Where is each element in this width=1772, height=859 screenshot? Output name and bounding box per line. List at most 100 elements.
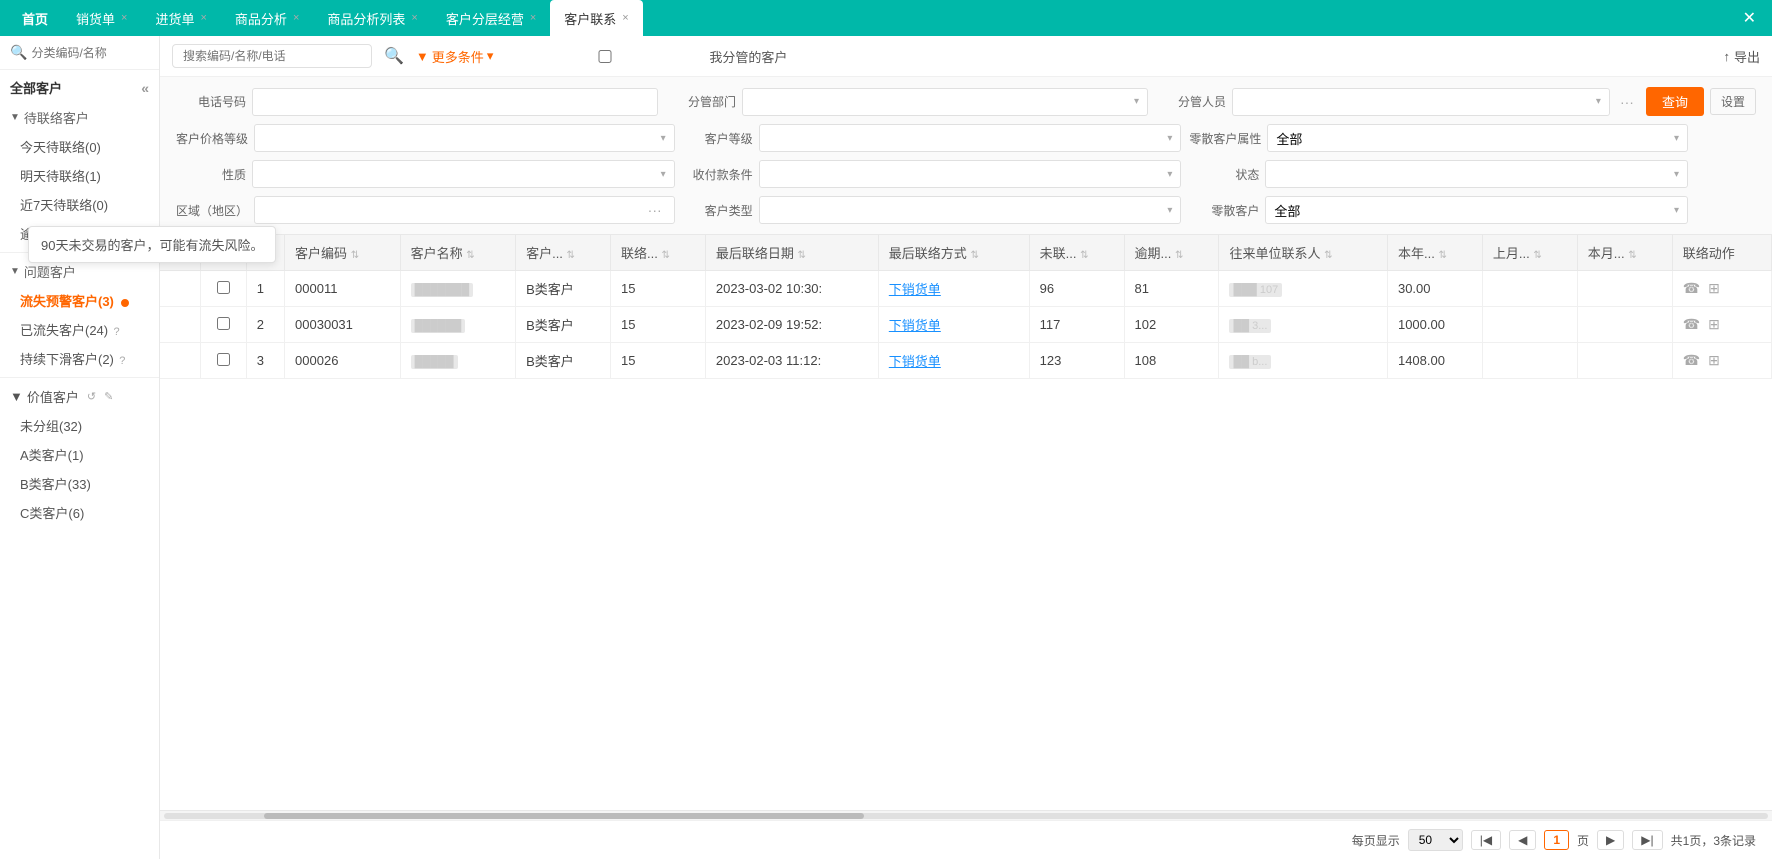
search-button[interactable]: 🔍 — [384, 46, 404, 66]
row2-last-way[interactable]: 下销货单 — [878, 307, 1029, 343]
last-month-column-header[interactable]: 上月... ⇅ — [1482, 235, 1577, 271]
row1-more-icon[interactable]: ⊞ — [1708, 280, 1720, 297]
value-group-edit-icon[interactable]: ✎ — [104, 390, 113, 403]
tab-goods-analysis[interactable]: 商品分析 × — [221, 0, 313, 36]
tab-customer-layer-close[interactable]: × — [530, 12, 536, 24]
tab-purchase-close[interactable]: × — [200, 12, 206, 24]
window-close-button[interactable]: ✕ — [1735, 8, 1764, 28]
row2-checkbox[interactable] — [200, 307, 246, 343]
this-year-column-header[interactable]: 本年... ⇅ — [1387, 235, 1482, 271]
row1-contact-icon[interactable]: ☎ — [1683, 280, 1700, 297]
sidebar-item-today[interactable]: 今天待联络(0) — [0, 132, 159, 161]
row3-more-icon[interactable]: ⊞ — [1708, 352, 1720, 369]
scrollbar-track[interactable] — [164, 813, 1768, 819]
tab-customer-contact-close[interactable]: × — [622, 12, 628, 24]
region-select[interactable]: ··· — [254, 196, 675, 224]
value-arrow-icon: ▼ — [10, 389, 23, 404]
row2-overdue: 102 — [1124, 307, 1219, 343]
row3-code: 000026 — [285, 343, 401, 379]
type-column-header[interactable]: 客户... ⇅ — [516, 235, 611, 271]
cust-type-select[interactable]: ▾ — [759, 196, 1182, 224]
sidebar-item-7days[interactable]: 近7天待联络(0) — [0, 190, 159, 219]
sidebar-group-value[interactable]: ▼ 价值客户 ↺ ✎ — [0, 382, 159, 411]
name-column-header[interactable]: 客户名称 ⇅ — [400, 235, 516, 271]
problem-customer-tooltip: 90天未交易的客户，可能有流失风险。 — [28, 226, 160, 263]
sidebar-item-churned[interactable]: 已流失客户(24) ? — [0, 315, 159, 344]
retail-cust-select[interactable]: 全部 ▾ — [1265, 196, 1688, 224]
code-sort-icon: ⇅ — [351, 250, 359, 261]
tab-goods-list-close[interactable]: × — [411, 12, 417, 24]
tab-sales-close[interactable]: × — [121, 12, 127, 24]
more-conditions-button[interactable]: ▼ 更多条件 ▾ — [416, 47, 493, 66]
sidebar-header: 全部客户 « — [0, 70, 159, 103]
query-button[interactable]: 查询 — [1646, 87, 1704, 116]
retail-attr-select[interactable]: 全部 ▾ — [1267, 124, 1688, 152]
this-month-column-header[interactable]: 本月... ⇅ — [1577, 235, 1672, 271]
overdue-column-header[interactable]: 逾期... ⇅ — [1124, 235, 1219, 271]
price-level-select[interactable]: ▾ — [254, 124, 675, 152]
tab-customer-contact[interactable]: 客户联系 × — [550, 0, 642, 36]
my-customers-checkbox-label[interactable]: 我分管的客户 — [505, 47, 787, 66]
sidebar-item-ungrouped[interactable]: 未分组(32) — [0, 411, 159, 440]
tab-purchase[interactable]: 进货单 × — [141, 0, 220, 36]
last-date-column-header[interactable]: 最后联络日期 ⇅ — [705, 235, 878, 271]
payment-label: 收付款条件 — [683, 166, 753, 183]
nature-select[interactable]: ▾ — [252, 160, 675, 188]
phone-input[interactable] — [252, 88, 658, 116]
next-page-button[interactable]: ▶ — [1597, 830, 1624, 850]
row2-more-icon[interactable]: ⊞ — [1708, 316, 1720, 333]
status-caret-icon: ▾ — [1674, 169, 1679, 180]
cust-type-caret-icon: ▾ — [1167, 205, 1172, 216]
row3-name: █████ — [400, 343, 516, 379]
sidebar-collapse-icon[interactable]: « — [141, 80, 149, 96]
search-input[interactable] — [172, 44, 372, 68]
sidebar-group-pending[interactable]: ▼ 待联络客户 — [0, 103, 159, 132]
sidebar-item-class-a[interactable]: A类客户(1) — [0, 440, 159, 469]
sidebar-item-tomorrow[interactable]: 明天待联络(1) — [0, 161, 159, 190]
first-page-button[interactable]: |◀ — [1471, 830, 1501, 850]
code-column-header[interactable]: 客户编码 ⇅ — [285, 235, 401, 271]
payment-select[interactable]: ▾ — [759, 160, 1182, 188]
sidebar-search-input[interactable] — [31, 46, 149, 60]
sidebar-item-class-c[interactable]: C类客户(6) — [0, 498, 159, 527]
export-button[interactable]: ↑ 导出 — [1723, 47, 1760, 66]
row2-code: 00030031 — [285, 307, 401, 343]
dept-select[interactable]: ▾ — [742, 88, 1148, 116]
tab-sales[interactable]: 销货单 × — [62, 0, 141, 36]
value-group-refresh-icon[interactable]: ↺ — [87, 390, 96, 403]
region-more-icon[interactable]: ··· — [644, 202, 666, 218]
row2-contact-icon[interactable]: ☎ — [1683, 316, 1700, 333]
row3-checkbox[interactable] — [200, 343, 246, 379]
my-customers-checkbox[interactable] — [505, 50, 705, 63]
tab-customer-layer[interactable]: 客户分层经营 × — [432, 0, 550, 36]
person-select[interactable]: ▾ — [1232, 88, 1610, 116]
row1-checkbox[interactable] — [200, 271, 246, 307]
person-more-icon[interactable]: ··· — [1616, 94, 1638, 110]
row1-last-way[interactable]: 下销货单 — [878, 271, 1029, 307]
value-group-label: 价值客户 — [27, 387, 79, 406]
horizontal-scrollbar[interactable] — [160, 810, 1772, 820]
row1-last-month — [1482, 271, 1577, 307]
row3-last-way[interactable]: 下销货单 — [878, 343, 1029, 379]
name-header-label: 客户名称 — [411, 246, 463, 261]
scrollbar-thumb[interactable] — [264, 813, 864, 819]
last-page-button[interactable]: ▶| — [1632, 830, 1662, 850]
unit-contact-column-header[interactable]: 往来单位联系人 ⇅ — [1219, 235, 1388, 271]
sidebar-item-class-b[interactable]: B类客户(33) — [0, 469, 159, 498]
row3-contact-icon[interactable]: ☎ — [1683, 352, 1700, 369]
prev-page-button[interactable]: ◀ — [1509, 830, 1536, 850]
cust-grade-select[interactable]: ▾ — [759, 124, 1182, 152]
sidebar-item-churn-warning[interactable]: 流失预警客户(3) — [0, 286, 159, 315]
sidebar-item-declining[interactable]: 持续下滑客户(2) ? — [0, 344, 159, 373]
contact-column-header[interactable]: 联络... ⇅ — [610, 235, 705, 271]
tab-goods-list[interactable]: 商品分析列表 × — [313, 0, 431, 36]
settings-button[interactable]: 设置 — [1710, 88, 1756, 115]
status-select[interactable]: ▾ — [1265, 160, 1688, 188]
last-way-column-header[interactable]: 最后联络方式 ⇅ — [878, 235, 1029, 271]
no-contact-column-header[interactable]: 未联... ⇅ — [1029, 235, 1124, 271]
table-row: 3 000026 █████ B类客户 15 2023-02-03 11:12:… — [160, 343, 1772, 379]
tab-goods-analysis-close[interactable]: × — [293, 12, 299, 24]
tab-home[interactable]: 首页 — [8, 0, 62, 36]
row3-this-month — [1577, 343, 1672, 379]
per-page-select[interactable]: 50 100 200 — [1408, 829, 1463, 851]
